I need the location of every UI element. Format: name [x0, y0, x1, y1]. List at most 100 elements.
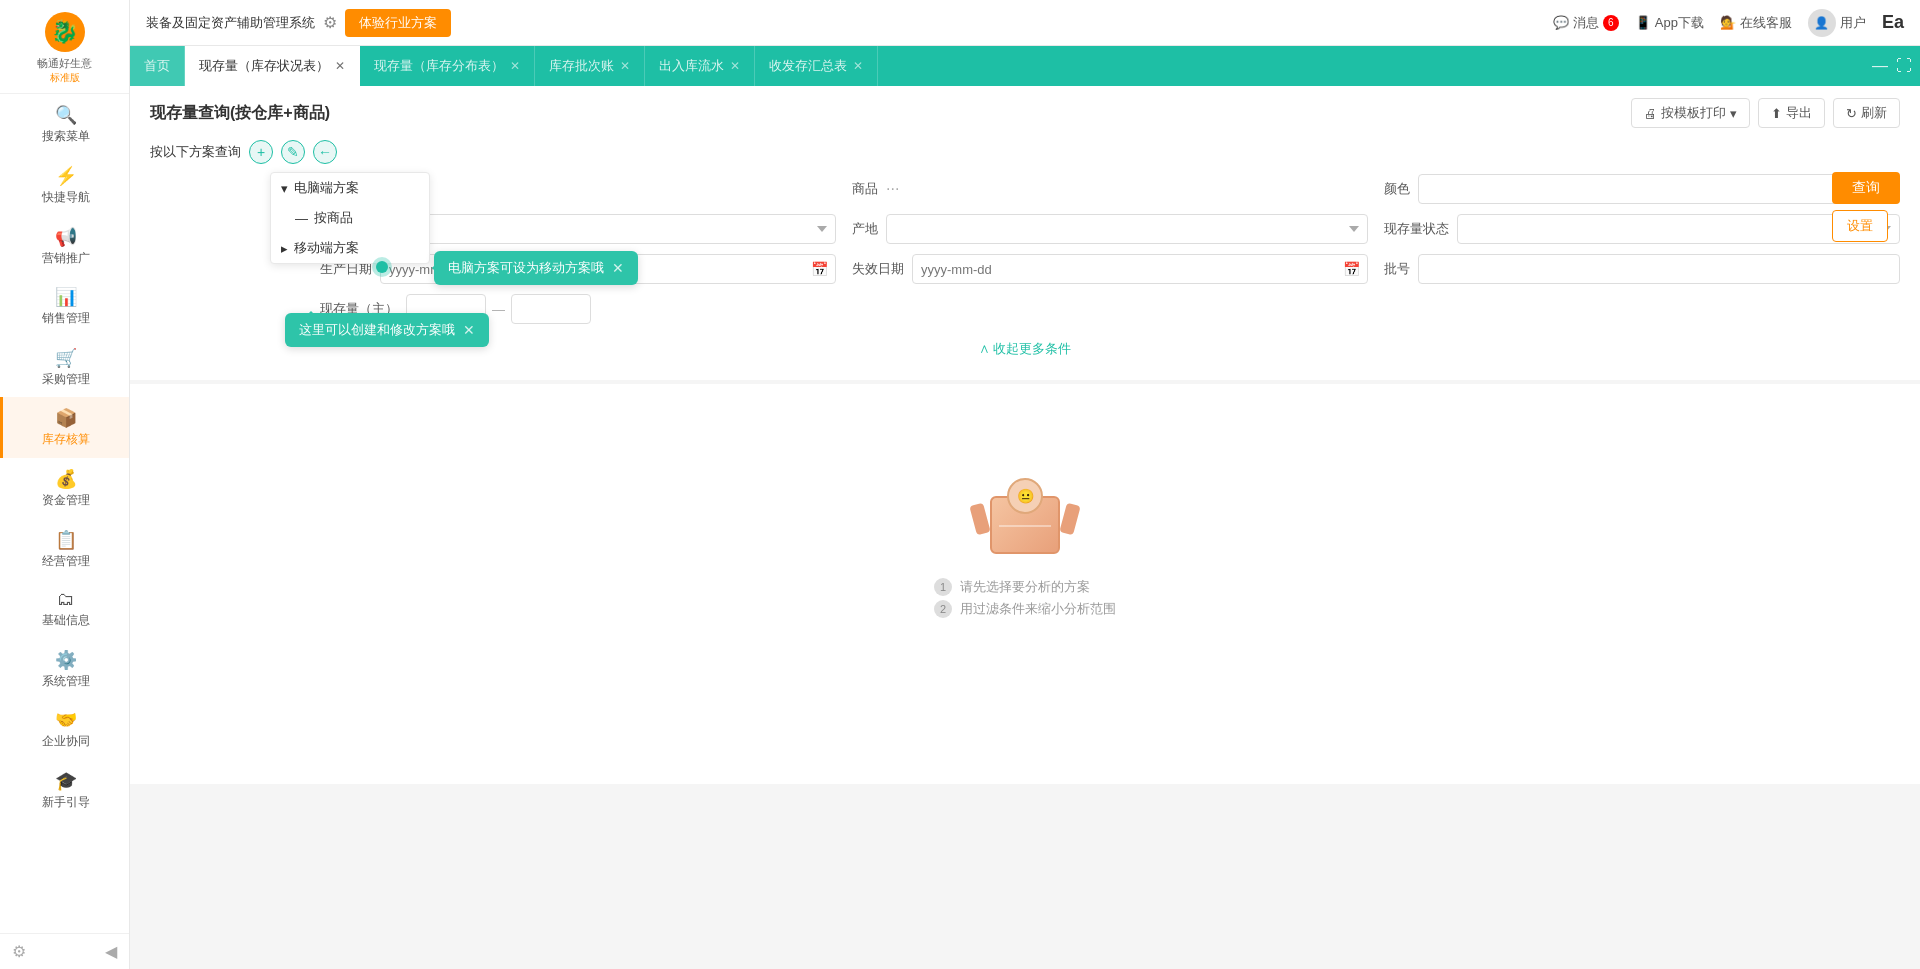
user-label: 用户 — [1840, 14, 1866, 32]
color-select[interactable] — [1418, 174, 1900, 204]
page-content: 现存量查询(按仓库+商品) 🖨 按模板打印 ▾ ⬆ 导出 ↻ 刷新 — [130, 86, 1920, 969]
guide-icon: 🎓 — [55, 770, 77, 792]
tab-in-out-flow-close[interactable]: ✕ — [730, 59, 740, 73]
system-title: 装备及固定资产辅助管理系统 — [146, 14, 315, 32]
expire-date-field: 失效日期 📅 — [852, 254, 1368, 284]
add-plan-button[interactable]: + — [249, 140, 273, 164]
tab-batch-account-label: 库存批次账 — [549, 57, 614, 75]
user-area[interactable]: 👤 用户 — [1808, 9, 1866, 37]
goods-field: 商品 ··· — [852, 174, 1368, 204]
expand-icon: ▾ — [281, 181, 288, 196]
plan-tree-item-goods[interactable]: — 按商品 — [271, 203, 429, 233]
hint-number-1: 1 — [934, 578, 952, 596]
refresh-button[interactable]: ↻ 刷新 — [1833, 98, 1900, 128]
sidebar-item-label: 营销推广 — [42, 251, 90, 267]
plan-tree-item-mobile-label: 移动端方案 — [294, 239, 359, 257]
sidebar-item-purchase[interactable]: 🛒 采购管理 — [0, 337, 129, 398]
tab-inventory-status-close[interactable]: ✕ — [335, 59, 345, 73]
tooltip2-close[interactable]: ✕ — [463, 322, 475, 338]
amount-dash: — — [492, 302, 505, 317]
marketing-icon: 📢 — [55, 226, 77, 248]
sidebar-item-label: 新手引导 — [42, 795, 90, 811]
sidebar-item-label: 企业协同 — [42, 734, 90, 750]
batch-input[interactable] — [1418, 254, 1900, 284]
tabs-actions: — ⛶ — [1872, 57, 1920, 75]
tab-inventory-dist-close[interactable]: ✕ — [510, 59, 520, 73]
print-icon: 🖨 — [1644, 106, 1657, 121]
tooltip1-close[interactable]: ✕ — [612, 260, 624, 276]
sidebar-nav: 🔍 搜索菜单 ⚡ 快捷导航 📢 营销推广 📊 销售管理 🛒 采购管理 📦 库存核… — [0, 94, 129, 933]
sidebar-item-enterprise[interactable]: 🤝 企业协同 — [0, 699, 129, 760]
plan-tree-item-pc[interactable]: ▾ 电脑端方案 — [271, 173, 429, 203]
tab-inventory-dist[interactable]: 现存量（库存分布表） ✕ — [360, 46, 535, 86]
calendar-icon-1[interactable]: 📅 — [811, 261, 828, 277]
sidebar-item-operations[interactable]: 📋 经营管理 — [0, 519, 129, 580]
plan-tree-item-mobile[interactable]: ▸ 移动端方案 — [271, 233, 429, 263]
sidebar-item-quicknav[interactable]: ⚡ 快捷导航 — [0, 155, 129, 216]
hint-text-1: 请先选择要分析的方案 — [960, 578, 1090, 596]
sidebar-item-search[interactable]: 🔍 搜索菜单 — [0, 94, 129, 155]
collapse-up-icon: ∧ — [979, 341, 990, 356]
expire-date-input[interactable] — [912, 254, 1368, 284]
refresh-icon: ↻ — [1846, 106, 1857, 121]
goods-label: 商品 — [852, 180, 878, 198]
tab-inventory-status[interactable]: 现存量（库存状况表） ✕ — [185, 46, 360, 86]
filter-actions: 查询 设置 — [1832, 172, 1900, 242]
setting-button[interactable]: 设置 — [1832, 210, 1888, 242]
empty-hint-2: 2 用过滤条件来缩小分析范围 — [934, 600, 1116, 618]
phone-icon: 📱 — [1635, 15, 1651, 30]
tab-inventory-dist-label: 现存量（库存分布表） — [374, 57, 504, 75]
sidebar-item-sales[interactable]: 📊 销售管理 — [0, 276, 129, 337]
app-download-button[interactable]: 📱 App下载 — [1635, 14, 1704, 32]
tab-minus-icon[interactable]: — — [1872, 57, 1888, 75]
online-service-button[interactable]: 💁 在线客服 — [1720, 14, 1792, 32]
tab-expand-icon[interactable]: ⛶ — [1896, 57, 1912, 75]
sidebar-item-label: 销售管理 — [42, 311, 90, 327]
header-right: 💬 消息 6 📱 App下载 💁 在线客服 👤 用户 Ea — [1553, 9, 1904, 37]
goods-dots[interactable]: ··· — [886, 180, 899, 198]
finance-icon: 💰 — [55, 468, 77, 490]
settings-bottom-icon[interactable]: ⚙ — [12, 942, 26, 961]
sidebar-item-basic[interactable]: 🗂 基础信息 — [0, 579, 129, 639]
filter-row-4: 现存量（主） — — [320, 294, 1900, 324]
plan-tree-item-label: 电脑端方案 — [294, 179, 359, 197]
stock-max-input[interactable] — [511, 294, 591, 324]
export-button[interactable]: ⬆ 导出 — [1758, 98, 1825, 128]
sidebar-item-system[interactable]: ⚙️ 系统管理 — [0, 639, 129, 700]
sidebar-logo: 🐉 畅通好生意 标准版 — [0, 0, 129, 94]
tab-home[interactable]: 首页 — [130, 46, 185, 86]
collapse-icon[interactable]: ◀ — [105, 942, 117, 961]
calendar-icon-2[interactable]: 📅 — [1343, 261, 1360, 277]
sales-icon: 📊 — [55, 286, 77, 308]
tabs-bar: 首页 现存量（库存状况表） ✕ 现存量（库存分布表） ✕ 库存批次账 ✕ 出入库… — [130, 46, 1920, 86]
search-button[interactable]: 查询 — [1832, 172, 1900, 204]
collapse-label: 收起更多条件 — [993, 341, 1071, 356]
tooltip-desktop-plan: 电脑方案可设为移动方案哦 ✕ — [434, 251, 638, 285]
tab-collect-summary-close[interactable]: ✕ — [853, 59, 863, 73]
sidebar-item-marketing[interactable]: 📢 营销推广 — [0, 216, 129, 277]
tab-collect-summary[interactable]: 收发存汇总表 ✕ — [755, 46, 878, 86]
tab-in-out-flow[interactable]: 出入库流水 ✕ — [645, 46, 755, 86]
color-label: 颜色 — [1384, 180, 1410, 198]
hint-text-2: 用过滤条件来缩小分析范围 — [960, 600, 1116, 618]
edit-plan-button[interactable]: ✎ — [281, 140, 305, 164]
export-label: 导出 — [1786, 104, 1812, 122]
sidebar-item-finance[interactable]: 💰 资金管理 — [0, 458, 129, 519]
print-button[interactable]: 🖨 按模板打印 ▾ — [1631, 98, 1750, 128]
batch-field: 批号 — [1384, 254, 1900, 284]
plan-sub-icon: — — [295, 211, 308, 226]
message-button[interactable]: 💬 消息 6 — [1553, 14, 1619, 32]
sidebar-item-guide[interactable]: 🎓 新手引导 — [0, 760, 129, 821]
message-badge: 6 — [1603, 15, 1619, 31]
trial-button[interactable]: 体验行业方案 — [345, 9, 451, 37]
sidebar-item-inventory[interactable]: 📦 库存核算 — [0, 397, 129, 458]
tab-batch-account-close[interactable]: ✕ — [620, 59, 630, 73]
message-icon: 💬 — [1553, 15, 1569, 30]
origin-select[interactable] — [886, 214, 1368, 244]
back-button[interactable]: ← — [313, 140, 337, 164]
stock-status-label: 现存量状态 — [1384, 220, 1449, 238]
purchase-icon: 🛒 — [55, 347, 77, 369]
sidebar-item-label: 库存核算 — [42, 432, 90, 448]
settings-icon[interactable]: ⚙ — [323, 13, 337, 32]
tab-batch-account[interactable]: 库存批次账 ✕ — [535, 46, 645, 86]
